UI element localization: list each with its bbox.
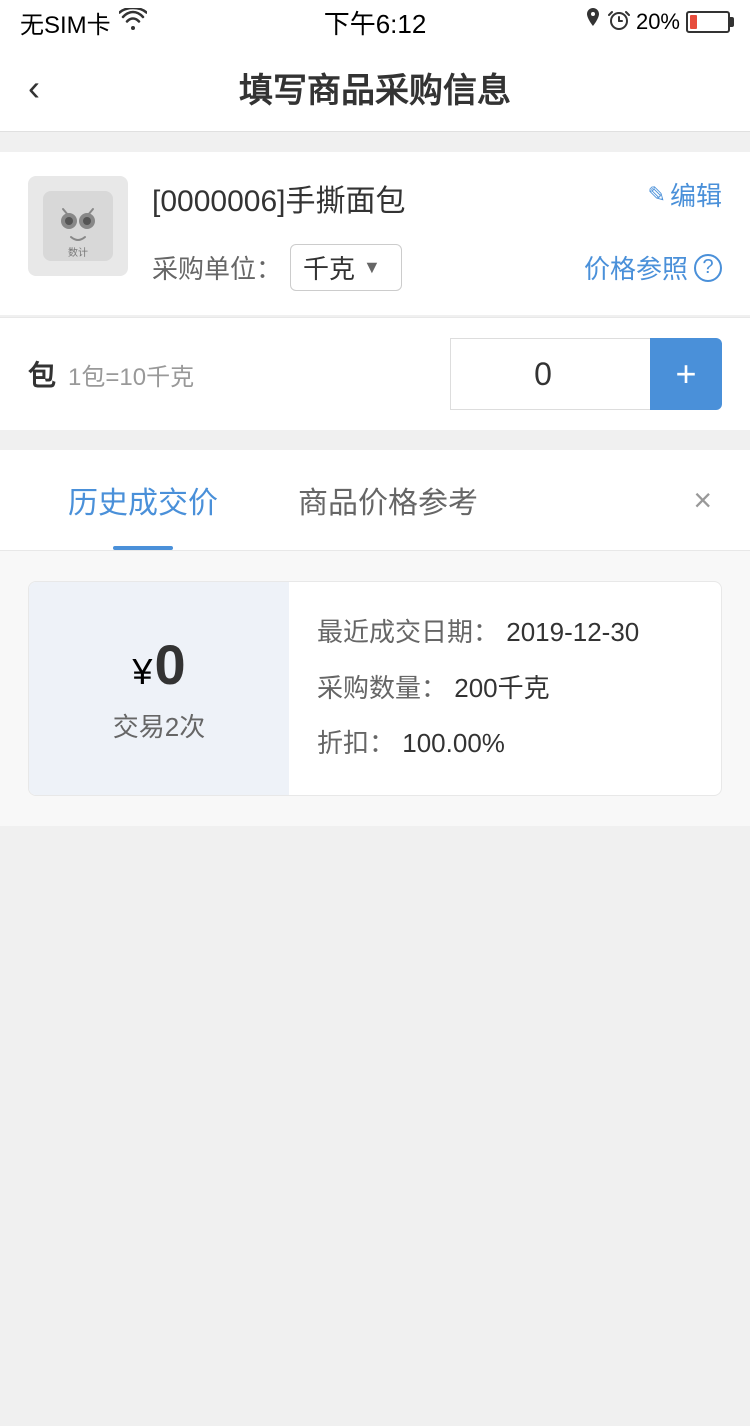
quantity-input[interactable] (450, 338, 650, 410)
unit-dropdown[interactable]: 千克 ▼ (290, 244, 402, 291)
quantity-unit-info: 包 1包=10千克 (28, 354, 194, 394)
recent-date-value: 2019-12-30 (506, 617, 639, 647)
discount-value: 100.00% (402, 728, 505, 758)
price-right: 最近成交日期： 2019-12-30 采购数量： 200千克 折扣： 100.0… (289, 582, 721, 795)
quantity-row: 包 1包=10千克 + (0, 317, 750, 430)
discount-row: 折扣： 100.00% (317, 723, 693, 765)
price-trade-count: 交易2次 (113, 707, 205, 744)
tab-price-reference[interactable]: 商品价格参考 (258, 450, 518, 550)
price-amount-display: ¥ 0 (132, 632, 185, 697)
dropdown-arrow-icon: ▼ (363, 257, 381, 278)
unit-conversion: 1包=10千克 (68, 357, 194, 392)
battery-fill (690, 15, 697, 29)
unit-value: 千克 (303, 249, 355, 286)
page-title: 填写商品采购信息 (239, 63, 511, 112)
product-unit-row: 采购单位： 千克 ▼ 价格参照 ? (152, 244, 722, 291)
unit-badge: 包 (28, 354, 56, 394)
status-right: 20% (584, 8, 730, 36)
price-ref-label: 价格参照 (584, 249, 688, 286)
tabs-container: 历史成交价 商品价格参考 × ¥ 0 交易2次 最近成交日期： 2019-12-… (0, 450, 750, 826)
back-button[interactable]: ‹ (28, 70, 40, 106)
status-time: 下午6:12 (324, 4, 427, 41)
product-card: 数计 [0000006]手撕面包 ✎ 编辑 采购单位： 千克 ▼ (0, 152, 750, 315)
price-card: ¥ 0 交易2次 最近成交日期： 2019-12-30 采购数量： 200千克 … (28, 581, 722, 796)
product-header: 数计 [0000006]手撕面包 ✎ 编辑 采购单位： 千克 ▼ (28, 176, 722, 291)
page-background (0, 826, 750, 1426)
tabs-header: 历史成交价 商品价格参考 × (0, 450, 750, 551)
tab-history-price[interactable]: 历史成交价 (28, 450, 258, 550)
purchase-qty-row: 采购数量： 200千克 (317, 668, 693, 710)
tab-content: ¥ 0 交易2次 最近成交日期： 2019-12-30 采购数量： 200千克 … (0, 551, 750, 826)
purchase-qty-label: 采购数量： (317, 673, 447, 703)
purchase-qty-value: 200千克 (454, 673, 549, 703)
price-left: ¥ 0 交易2次 (29, 582, 289, 795)
edit-label: 编辑 (670, 176, 722, 213)
status-left: 无SIM卡 (20, 5, 147, 40)
unit-label: 采购单位： (152, 249, 282, 286)
product-details: [0000006]手撕面包 ✎ 编辑 采购单位： 千克 ▼ 价格参照 (152, 176, 722, 291)
battery-icon (686, 11, 730, 33)
status-bar: 无SIM卡 下午6:12 20% (0, 0, 750, 44)
nav-bar: ‹ 填写商品采购信息 (0, 44, 750, 132)
plus-icon: + (675, 353, 696, 395)
tab-price-reference-label: 商品价格参考 (298, 487, 478, 520)
location-icon (584, 8, 602, 36)
tab-history-price-label: 历史成交价 (68, 487, 218, 520)
product-title-row: [0000006]手撕面包 ✎ 编辑 (152, 176, 722, 220)
wifi-icon (119, 8, 147, 37)
recent-date-row: 最近成交日期： 2019-12-30 (317, 612, 693, 654)
edit-icon: ✎ (648, 182, 666, 208)
help-icon: ? (694, 254, 722, 282)
discount-label: 折扣： (317, 728, 395, 758)
price-amount: 0 (154, 632, 185, 697)
alarm-icon (608, 8, 630, 36)
quantity-input-group: + (450, 338, 722, 410)
price-ref-button[interactable]: 价格参照 ? (584, 249, 722, 286)
battery-percent: 20% (636, 9, 680, 35)
unit-selector-group: 采购单位： 千克 ▼ (152, 244, 402, 291)
tab-close-button[interactable]: × (683, 472, 722, 529)
product-name: [0000006]手撕面包 (152, 176, 405, 220)
quantity-plus-button[interactable]: + (650, 338, 722, 410)
product-image: 数计 (28, 176, 128, 276)
carrier-text: 无SIM卡 (20, 5, 111, 40)
recent-date-label: 最近成交日期： (317, 617, 499, 647)
edit-button[interactable]: ✎ 编辑 (648, 176, 722, 213)
svg-text:数计: 数计 (68, 246, 88, 259)
price-currency: ¥ (132, 651, 152, 693)
